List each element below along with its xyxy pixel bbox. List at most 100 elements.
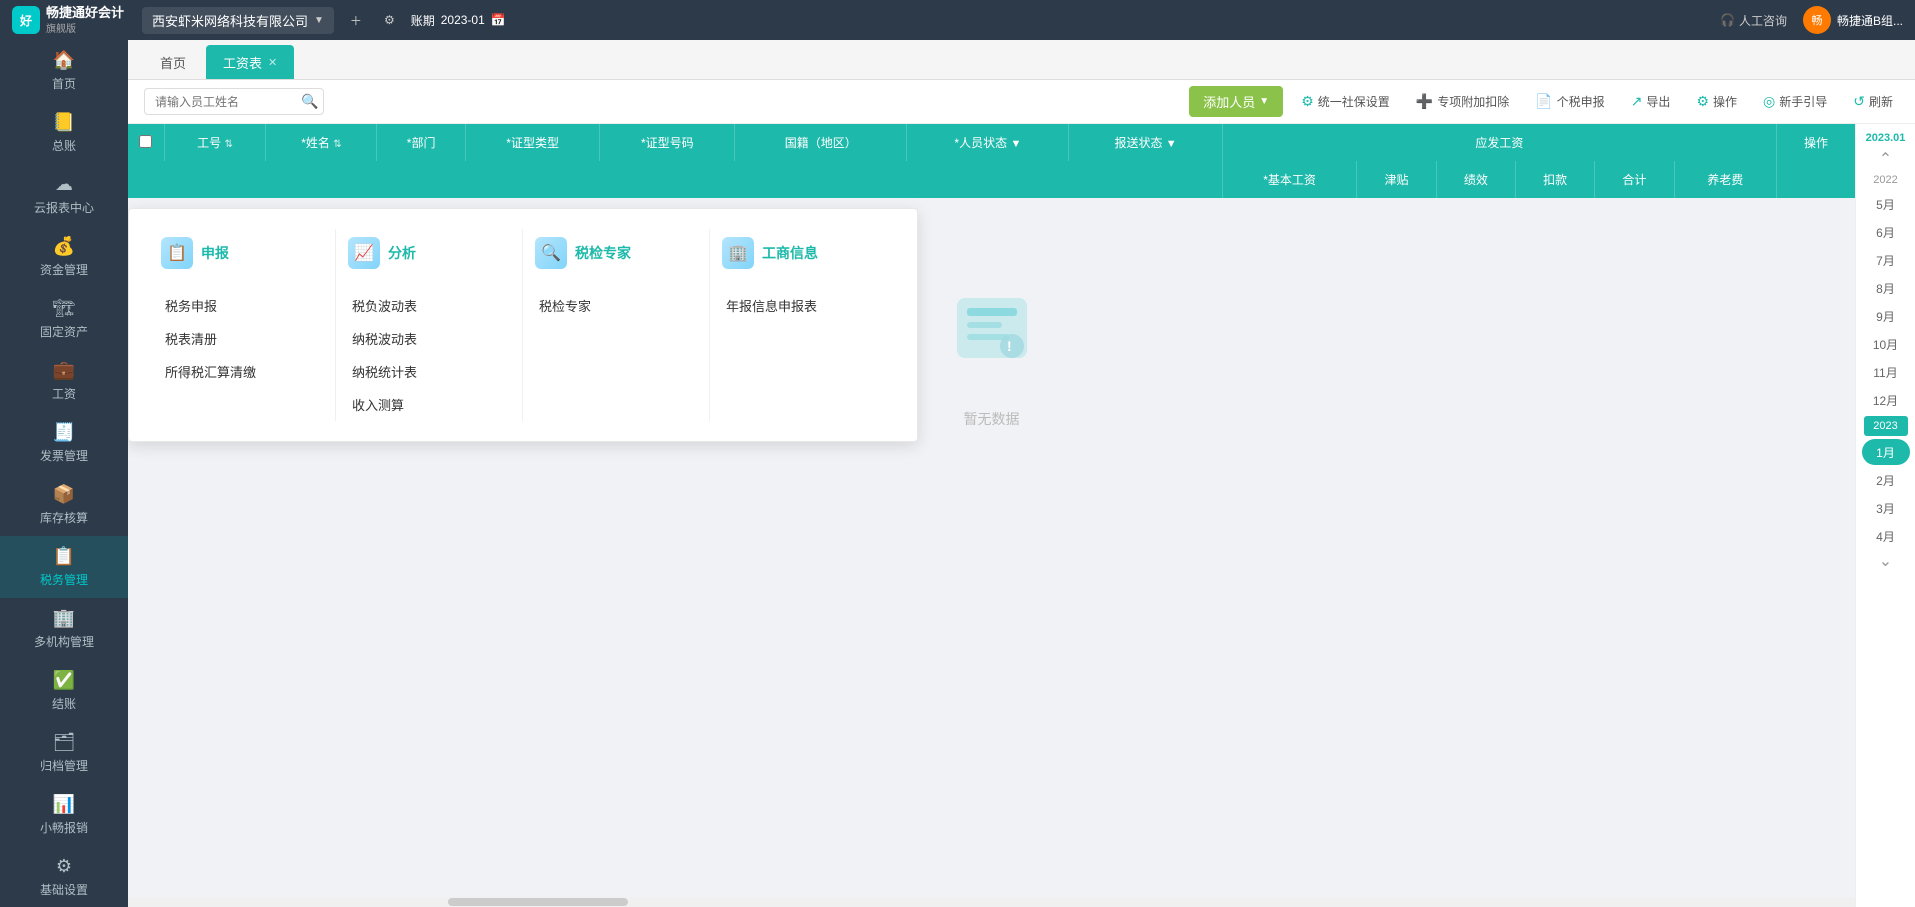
th-status: *人员状态 ▼	[907, 124, 1069, 161]
cal-month-cur-2月[interactable]: 2月	[1862, 467, 1910, 493]
dropdown-item-tax-declare[interactable]: 税务申报	[161, 289, 323, 322]
sidebar-item-cloud-report[interactable]: ☁云报表中心	[0, 164, 128, 226]
action-btn-operation[interactable]: ⚙操作	[1690, 89, 1743, 114]
filter-icon-report[interactable]: ▼	[1166, 138, 1177, 150]
sidebar-item-multi-org[interactable]: 🏢多机构管理	[0, 598, 128, 660]
action-label-social-security: 统一社保设置	[1318, 93, 1390, 110]
sidebar-item-payroll[interactable]: 💼工资	[0, 350, 128, 412]
dropdown-item-tax-payment[interactable]: 纳税波动表	[348, 322, 510, 355]
th-emp-id: 工号 ⇅	[164, 124, 266, 161]
th-performance: 绩效	[1436, 161, 1515, 198]
dropdown-item-tax-clearance[interactable]: 税表清册	[161, 322, 323, 355]
cal-month-cur-3月[interactable]: 3月	[1862, 495, 1910, 521]
cal-month-prev-9月[interactable]: 9月	[1862, 303, 1910, 329]
sidebar-item-tax[interactable]: 📋 税务管理	[0, 536, 128, 598]
sidebar-item-mini-report[interactable]: 📊小畅报销	[0, 784, 128, 846]
user-service-btn[interactable]: 🎧 人工咨询	[1720, 12, 1787, 29]
action-btn-export[interactable]: ↗导出	[1625, 89, 1677, 114]
settings-btn[interactable]: ⚙	[378, 11, 401, 29]
tab-home[interactable]: 首页	[144, 45, 202, 79]
action-icon-social-security: ⚙	[1301, 93, 1314, 110]
sidebar-icon-tax: 📋	[53, 546, 75, 567]
sidebar-icon-basic: ⚙	[56, 856, 72, 877]
company-dropdown-icon: ▼	[314, 15, 324, 26]
user-profile[interactable]: 畅 畅捷通B组...	[1803, 6, 1903, 34]
cal-month-prev-12月[interactable]: 12月	[1862, 387, 1910, 413]
cal-month-cur-1月[interactable]: 1月	[1862, 439, 1910, 465]
sidebar-item-basic[interactable]: ⚙基础设置	[0, 846, 128, 907]
action-icon-refresh: ↺	[1853, 93, 1865, 110]
sort-icon-name[interactable]: ⇅	[333, 139, 341, 150]
sidebar-icon-mini-report: 📊	[53, 794, 75, 815]
action-btn-refresh[interactable]: ↺刷新	[1847, 89, 1899, 114]
scrollbar-thumb[interactable]	[448, 898, 628, 906]
action-btn-guide[interactable]: ◎新手引导	[1757, 89, 1833, 114]
th-checkbox[interactable]	[128, 124, 164, 161]
sidebar-icon-fixed-assets: 🏗	[53, 298, 76, 319]
action-label-tax-return: 个税申报	[1557, 93, 1605, 110]
sidebar-item-archive[interactable]: 🗂归档管理	[0, 722, 128, 784]
action-icon-tax-return: 📄	[1535, 93, 1552, 110]
app-sub: 旗舰版	[46, 20, 124, 35]
dropdown-item-income-settle[interactable]: 所得税汇算清缴	[161, 355, 323, 388]
dropdown-item-annual-report[interactable]: 年报信息申报表	[722, 289, 885, 322]
add-person-button[interactable]: 添加人员 ▼	[1189, 86, 1283, 117]
sidebar-item-home[interactable]: 🏠首页	[0, 40, 128, 102]
logo-text-block: 畅捷通好会计 旗舰版	[46, 5, 124, 36]
select-all-checkbox[interactable]	[139, 135, 152, 148]
toolbar-actions: ⚙统一社保设置 ➕专项附加扣除 📄 个税申报 ↗导出 ⚙操作 ◎新手引导 ↺刷新	[1295, 89, 1899, 114]
dropdown-col-business: 🏢 工商信息 年报信息申报表	[710, 229, 897, 421]
dropdown-item-tax-stat[interactable]: 纳税统计表	[348, 355, 510, 388]
tab-close-payroll-table[interactable]: ✕	[268, 56, 277, 69]
sidebar-icon-fund: 💰	[53, 236, 75, 257]
cat-title-declaration: 申报	[201, 243, 229, 263]
sidebar-item-invoice[interactable]: 🧾发票管理	[0, 412, 128, 474]
sidebar-item-ledger[interactable]: 📒总账	[0, 102, 128, 164]
action-btn-social-security[interactable]: ⚙统一社保设置	[1295, 89, 1396, 114]
th-allowance: 津贴	[1357, 161, 1436, 198]
add-company-btn[interactable]: ＋	[344, 10, 368, 31]
sidebar-label-ledger: 总账	[52, 137, 76, 154]
cal-prev-year-label: 2022	[1871, 170, 1899, 190]
cal-month-prev-8月[interactable]: 8月	[1862, 275, 1910, 301]
sidebar-label-fixed-assets: 固定资产	[40, 323, 88, 340]
action-btn-special-deduction[interactable]: ➕专项附加扣除	[1410, 89, 1515, 114]
cal-month-prev-6月[interactable]: 6月	[1862, 219, 1910, 245]
add-person-caret-icon: ▼	[1259, 96, 1269, 107]
tax-dropdown-menu: 📋 申报 税务申报税表清册所得税汇算清缴 📈 分析 税负波动表纳税波动表纳税统计…	[128, 208, 918, 442]
cal-month-prev-7月[interactable]: 7月	[1862, 247, 1910, 273]
top-header: 好 畅捷通好会计 旗舰版 西安虾米网络科技有限公司 ▼ ＋ ⚙ 账期 2023-…	[0, 0, 1915, 40]
sidebar-item-fund[interactable]: 💰资金管理	[0, 226, 128, 288]
th-region: 国籍（地区）	[735, 124, 907, 161]
cal-month-prev-11月[interactable]: 11月	[1862, 359, 1910, 385]
cal-current-year-badge: 2023	[1864, 416, 1908, 436]
user-service-label: 人工咨询	[1739, 12, 1787, 29]
sort-icon-emp-id[interactable]: ⇅	[224, 139, 232, 150]
action-label-guide: 新手引导	[1779, 93, 1827, 110]
dropdown-item-income-query[interactable]: 收入测算	[348, 388, 510, 421]
cal-nav-up[interactable]: ⌃	[1868, 148, 1904, 170]
th-name: *姓名 ⇅	[266, 124, 377, 161]
sidebar-label-tax: 税务管理	[40, 571, 88, 588]
search-input[interactable]	[155, 95, 295, 109]
action-btn-tax-return[interactable]: 📄 个税申报	[1529, 89, 1610, 114]
sidebar-item-inventory[interactable]: 📦库存核算	[0, 474, 128, 536]
calendar-icon[interactable]: 📅	[491, 13, 506, 27]
app-logo-icon: 好	[12, 6, 40, 34]
action-icon-guide: ◎	[1763, 93, 1775, 110]
cal-month-prev-10月[interactable]: 10月	[1862, 331, 1910, 357]
dropdown-col-declaration: 📋 申报 税务申报税表清册所得税汇算清缴	[149, 229, 336, 421]
company-selector[interactable]: 西安虾米网络科技有限公司 ▼	[142, 7, 334, 34]
filter-icon-status[interactable]: ▼	[1010, 138, 1021, 150]
cal-nav-down[interactable]: ⌄	[1868, 550, 1904, 572]
horizontal-scrollbar[interactable]	[128, 897, 1855, 907]
dropdown-item-tax-burden[interactable]: 税负波动表	[348, 289, 510, 322]
tab-payroll-table[interactable]: 工资表 ✕	[206, 45, 294, 79]
sidebar-item-fixed-assets[interactable]: 🏗 固定资产	[0, 288, 128, 350]
cal-month-prev-5月[interactable]: 5月	[1862, 191, 1910, 217]
sidebar-item-settlement[interactable]: ✅结账	[0, 660, 128, 722]
dropdown-item-expert[interactable]: 税检专家	[535, 289, 697, 322]
tab-label-payroll-table: 工资表	[223, 53, 262, 72]
cal-month-cur-4月[interactable]: 4月	[1862, 523, 1910, 549]
sidebar-icon-inventory: 📦	[53, 484, 75, 505]
